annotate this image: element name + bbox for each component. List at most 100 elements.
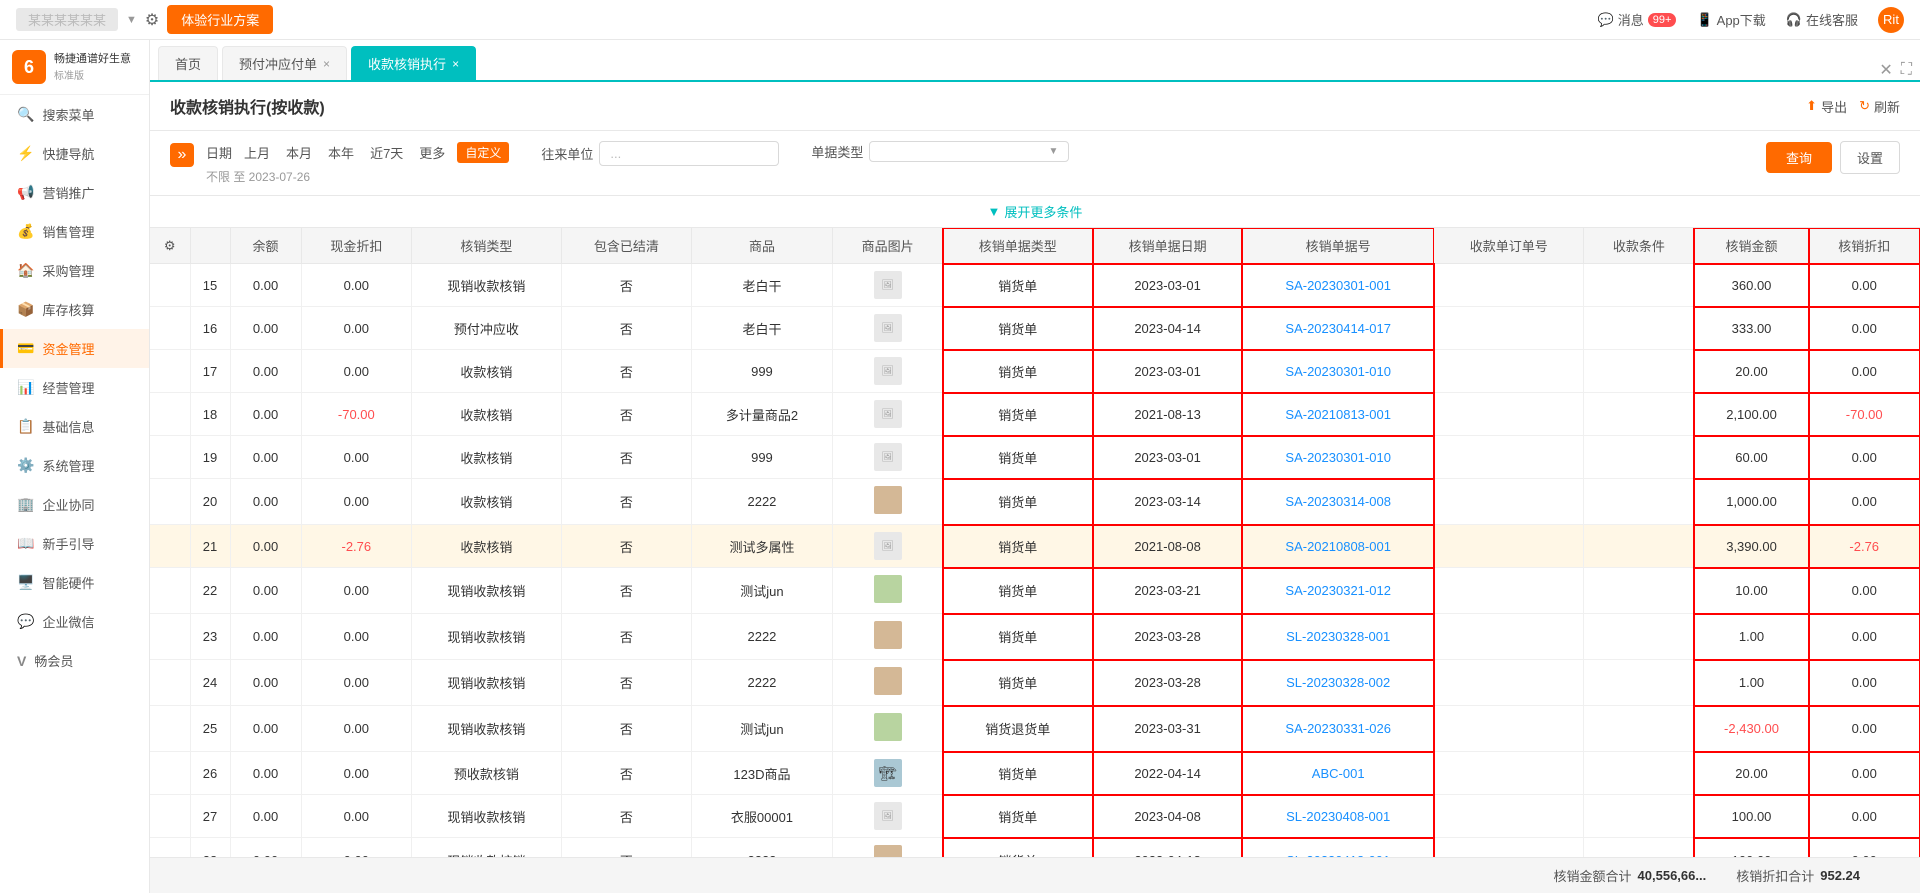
sidebar-item-guide[interactable]: 📖 新手引导 <box>0 524 149 563</box>
writeoff-no-link[interactable]: SL-20230408-001 <box>1286 809 1390 824</box>
message-label: 消息 <box>1618 10 1644 29</box>
sidebar-item-marketing[interactable]: 📢 营销推广 <box>0 173 149 212</box>
col-header-receipt-order-no: 收款单订单号 <box>1434 228 1584 264</box>
sidebar-item-label: 销售管理 <box>42 222 94 241</box>
tab-receivables[interactable]: 收款核销执行 × <box>351 46 476 80</box>
col-header-writeoff-amount: 核销金额 <box>1694 228 1809 264</box>
sidebar-item-enterprise[interactable]: 🏢 企业协同 <box>0 485 149 524</box>
col-header-writeoff-discount: 核销折扣 <box>1809 228 1920 264</box>
total-discount-label: 核销折扣合计 <box>1736 866 1814 885</box>
total-discount-value: 952.24 <box>1820 868 1860 883</box>
expand-more-label: 展开更多条件 <box>1004 202 1082 221</box>
date-range-display: 不限 至 2023-07-26 <box>206 170 310 184</box>
table-row: 260.000.00预收款核销否123D商品🏗销货单2022-04-14ABC-… <box>150 752 1920 795</box>
writeoff-no-link[interactable]: SA-20230331-026 <box>1285 721 1391 736</box>
table-row: 280.000.00现销收款核销否2222销货单2023-04-18SL-202… <box>150 838 1920 858</box>
page-title: 收款核销执行(按收款) <box>170 94 325 118</box>
date-this-month[interactable]: 本月 <box>282 141 316 164</box>
sidebar-item-member[interactable]: V 畅会员 <box>0 641 149 680</box>
table-row: 190.000.00收款核销否999🖼销货单2023-03-01SA-20230… <box>150 436 1920 479</box>
table-row: 200.000.00收款核销否2222销货单2023-03-14SA-20230… <box>150 479 1920 525</box>
col-header-balance: 余额 <box>230 228 301 264</box>
sidebar-item-sales[interactable]: 💰 销售管理 <box>0 212 149 251</box>
sidebar-item-label: 搜索菜单 <box>42 105 94 124</box>
col-header-goods-img: 商品图片 <box>832 228 942 264</box>
writeoff-no-link[interactable]: SA-20230301-010 <box>1285 450 1391 465</box>
sidebar-item-basic[interactable]: 📋 基础信息 <box>0 407 149 446</box>
online-service-icon: 🎧 <box>1786 12 1802 28</box>
industry-btn[interactable]: 体验行业方案 <box>167 5 273 34</box>
table-row: 250.000.00现销收款核销否测试jun销货退货单2023-03-31SA-… <box>150 706 1920 752</box>
date-custom-btn[interactable]: 自定义 <box>457 142 509 163</box>
message-nav-item[interactable]: 💬 消息 99+ <box>1598 10 1677 29</box>
sidebar-item-wechat[interactable]: 💬 企业微信 <box>0 602 149 641</box>
sidebar-item-funds[interactable]: 💳 资金管理 <box>0 329 149 368</box>
sidebar-item-label: 智能硬件 <box>42 573 94 592</box>
user-label: Rit <box>1883 12 1899 27</box>
export-btn[interactable]: ⬆ 导出 <box>1806 97 1847 116</box>
date-last-month[interactable]: 上月 <box>240 141 274 164</box>
export-icon: ⬆ <box>1806 98 1817 114</box>
writeoff-no-link[interactable]: ABC-001 <box>1312 766 1365 781</box>
guide-icon: 📖 <box>17 535 34 552</box>
writeoff-no-link[interactable]: SL-20230328-001 <box>1286 629 1390 644</box>
hardware-icon: 🖥️ <box>17 574 34 591</box>
query-button[interactable]: 查询 <box>1766 142 1832 173</box>
tab-label: 预付冲应付单 <box>239 54 317 73</box>
sidebar-item-search[interactable]: 🔍 搜索菜单 <box>0 95 149 134</box>
filter-expand-btn[interactable]: » <box>170 143 194 167</box>
writeoff-no-link[interactable]: SA-20230314-008 <box>1285 494 1391 509</box>
date-7days[interactable]: 近7天 <box>366 141 407 164</box>
total-amount-display: 核销金额合计 40,556,66... <box>1554 866 1707 885</box>
table-row: 210.00-2.76收款核销否测试多属性🖼销货单2021-08-08SA-20… <box>150 525 1920 568</box>
dropdown-arrow-icon[interactable]: ▼ <box>126 14 137 26</box>
gear-icon[interactable]: ⚙ <box>145 10 159 30</box>
close-window-icon[interactable]: ✕ <box>1879 60 1892 80</box>
app-download-label: App下载 <box>1717 10 1766 29</box>
sidebar-item-hardware[interactable]: 🖥️ 智能硬件 <box>0 563 149 602</box>
col-header-settings[interactable]: ⚙ <box>150 228 190 264</box>
sidebar-item-label: 经营管理 <box>42 378 94 397</box>
sidebar-item-label: 资金管理 <box>42 339 94 358</box>
writeoff-no-link[interactable]: SL-20230328-002 <box>1286 675 1390 690</box>
sidebar-item-inventory[interactable]: 📦 库存核算 <box>0 290 149 329</box>
sidebar-item-system[interactable]: ⚙️ 系统管理 <box>0 446 149 485</box>
sidebar-item-management[interactable]: 📊 经营管理 <box>0 368 149 407</box>
tab-close-icon[interactable]: × <box>323 57 330 71</box>
sidebar-item-quicknav[interactable]: ⚡ 快捷导航 <box>0 134 149 173</box>
marketing-icon: 📢 <box>17 184 34 201</box>
settings-col-icon[interactable]: ⚙ <box>164 238 176 253</box>
writeoff-no-link[interactable]: SA-20230321-012 <box>1285 583 1391 598</box>
date-this-year[interactable]: 本年 <box>324 141 358 164</box>
settings-button[interactable]: 设置 <box>1840 141 1900 174</box>
col-header-write-off-type: 核销类型 <box>412 228 562 264</box>
writeoff-no-link[interactable]: SA-20210813-001 <box>1285 407 1391 422</box>
tab-prepay[interactable]: 预付冲应付单 × <box>222 46 347 80</box>
user-avatar[interactable]: Rit <box>1878 7 1904 33</box>
online-service-nav-item[interactable]: 🎧 在线客服 <box>1786 10 1858 29</box>
expand-more-btn[interactable]: ▼ 展开更多条件 <box>988 202 1083 221</box>
table-row: 150.000.00现销收款核销否老白干🖼销货单2023-03-01SA-202… <box>150 264 1920 307</box>
writeoff-no-link[interactable]: SA-20210808-001 <box>1285 539 1391 554</box>
sidebar-item-label: 畅会员 <box>34 651 73 670</box>
tab-close-icon[interactable]: × <box>452 57 459 71</box>
sidebar-item-purchase[interactable]: 🏠 采购管理 <box>0 251 149 290</box>
writeoff-no-link[interactable]: SA-20230301-010 <box>1285 364 1391 379</box>
online-service-label: 在线客服 <box>1806 10 1858 29</box>
voucher-type-filter-label: 单据类型 <box>811 142 863 161</box>
writeoff-no-link[interactable]: SA-20230414-017 <box>1285 321 1391 336</box>
tab-label: 收款核销执行 <box>368 54 446 73</box>
tab-home[interactable]: 首页 <box>158 46 218 80</box>
voucher-type-select[interactable]: ▼ <box>869 141 1069 162</box>
system-icon: ⚙️ <box>17 457 34 474</box>
table-row: 240.000.00现销收款核销否2222销货单2023-03-28SL-202… <box>150 660 1920 706</box>
app-download-nav-item[interactable]: 📱 App下载 <box>1696 10 1765 29</box>
writeoff-no-link[interactable]: SA-20230301-001 <box>1285 278 1391 293</box>
customer-input[interactable]: ... <box>599 141 779 166</box>
date-more[interactable]: 更多 <box>415 141 449 164</box>
refresh-btn[interactable]: ↻ 刷新 <box>1859 97 1900 116</box>
table-row: 160.000.00预付冲应收否老白干🖼销货单2023-04-14SA-2023… <box>150 307 1920 350</box>
date-filter-label: 日期 <box>206 143 232 162</box>
sidebar-item-label: 采购管理 <box>42 261 94 280</box>
maximize-icon[interactable]: ⛶ <box>1901 61 1912 79</box>
